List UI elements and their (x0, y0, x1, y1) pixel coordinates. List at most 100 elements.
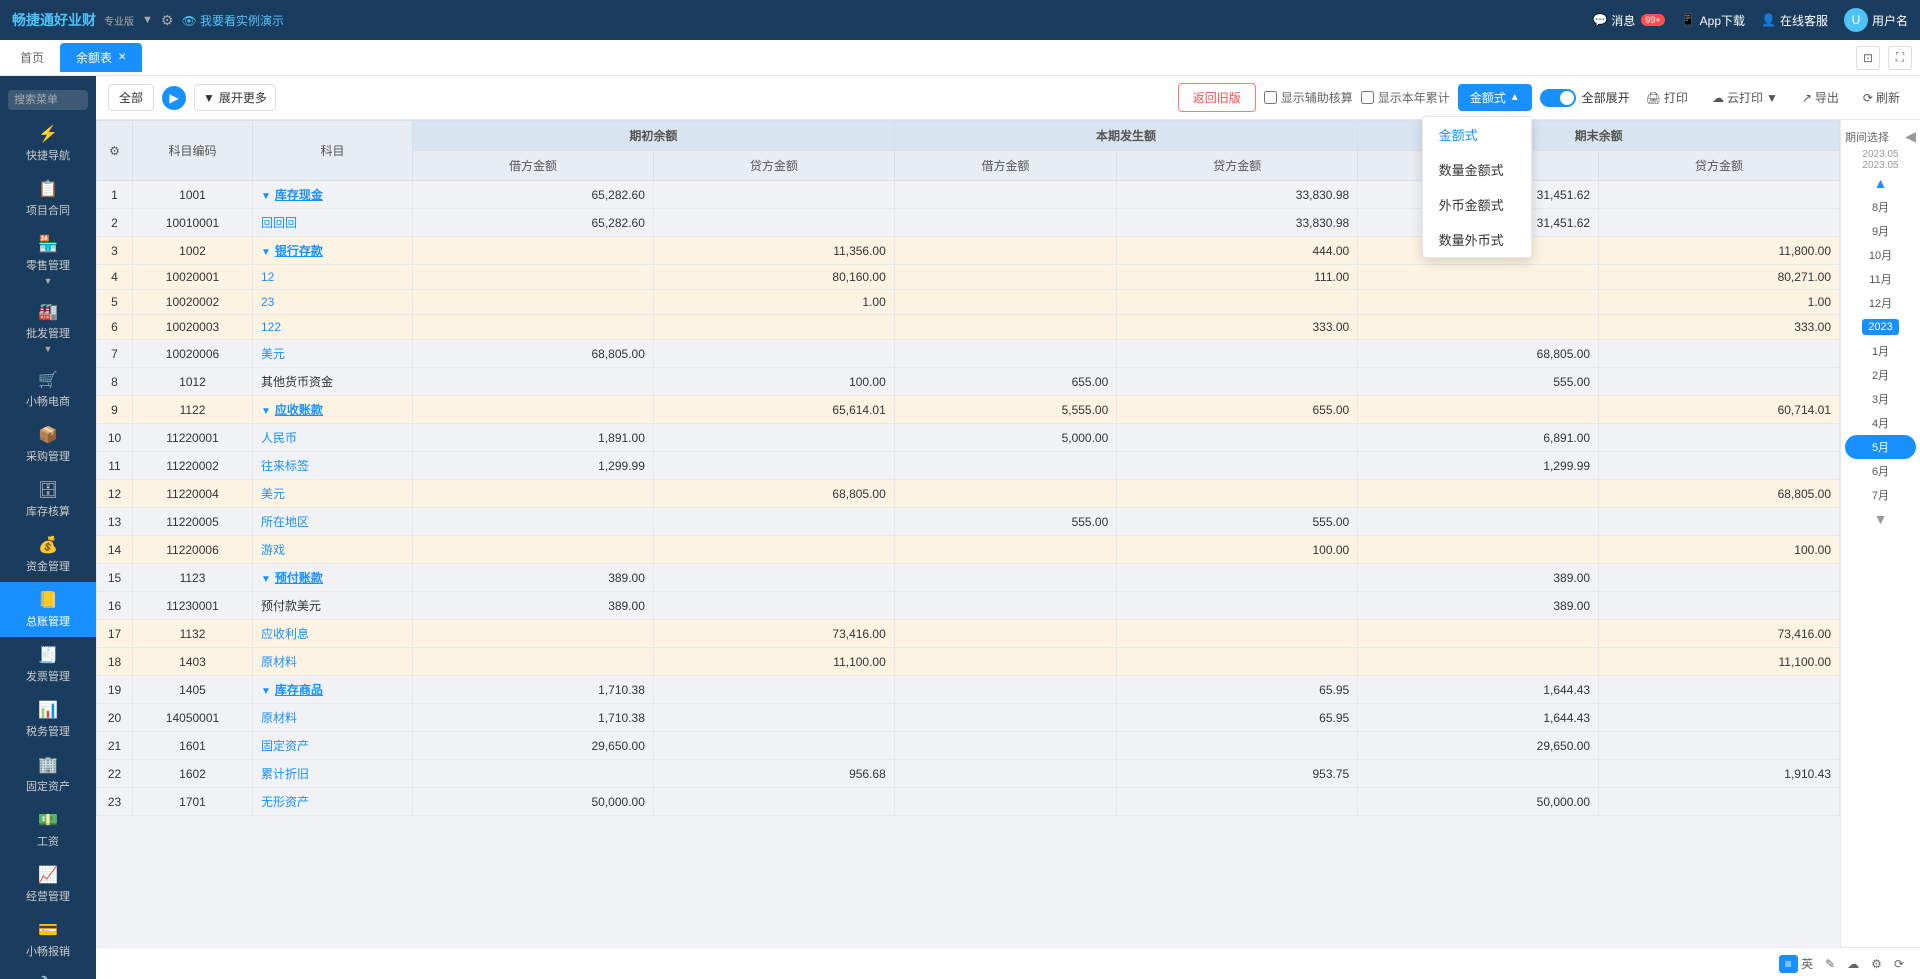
demo-link[interactable]: 👁 我要看实例演示 (181, 12, 284, 29)
sidebar-item-purchase[interactable]: 📦 采购管理 (0, 417, 96, 472)
cell-row-num: 22 (97, 760, 133, 788)
tab-expand-btn[interactable]: ⊡ (1856, 46, 1880, 70)
app-download-btn[interactable]: 📱 App下载 (1681, 12, 1745, 29)
cell-name: 往来标签 (253, 452, 413, 480)
switch-knob (1560, 91, 1574, 105)
settings-icon[interactable]: ⚙ (161, 12, 174, 29)
period-5[interactable]: 5月 (1845, 435, 1916, 459)
sidebar-item-wholesale[interactable]: 🏭 批发管理 ▼ (0, 294, 96, 362)
period-7[interactable]: 7月 (1845, 483, 1916, 507)
period-2[interactable]: 2月 (1845, 363, 1916, 387)
expand-panel-icon[interactable]: ▲ (1874, 175, 1888, 191)
nav-arrow-btn[interactable]: ▶ (162, 86, 186, 110)
jine-btn[interactable]: 金额式 ▲ (1458, 84, 1532, 111)
cell-cl-debit (1358, 648, 1599, 676)
expand-btn[interactable]: ▼ 展开更多 (194, 84, 276, 111)
refresh-btn[interactable]: ⟳ 刷新 (1855, 85, 1908, 110)
tab-balance[interactable]: 余额表 ✕ (60, 43, 142, 72)
jine-option-waib[interactable]: 外币金额式 (1423, 187, 1531, 222)
search-input[interactable] (8, 90, 88, 110)
message-btn[interactable]: 💬 消息 99+ (1592, 12, 1664, 29)
period-3[interactable]: 3月 (1845, 387, 1916, 411)
cloud-status-icon[interactable]: ☁ (1847, 957, 1859, 971)
show-assist-checkbox[interactable] (1264, 91, 1277, 104)
tab-home[interactable]: 首页 (8, 43, 56, 72)
period-1[interactable]: 1月 (1845, 339, 1916, 363)
cell-cur-credit (1117, 480, 1358, 508)
cell-name: 累计折旧 (253, 760, 413, 788)
cell-cur-credit: 100.00 (1117, 536, 1358, 564)
expand-all-toggle[interactable]: 全部展开 (1540, 89, 1630, 107)
export-btn[interactable]: ↗ 导出 (1794, 85, 1847, 110)
sidebar-item-ledger[interactable]: 📒 总账管理 (0, 582, 96, 637)
show-assist-check[interactable]: 显示辅助核算 (1264, 89, 1353, 106)
th-code: 科目编码 (133, 121, 253, 181)
toolbar-right: 返回旧版 显示辅助核算 显示本年累计 金额式 ▲ 金额式 (1178, 83, 1908, 112)
cell-code: 10020001 (133, 265, 253, 290)
sidebar-item-capital[interactable]: 💰 资金管理 (0, 527, 96, 582)
sidebar-item-project[interactable]: 📋 项目合同 (0, 171, 96, 226)
sidebar-item-payroll[interactable]: 💵 工资 (0, 802, 96, 857)
show-yearly-check[interactable]: 显示本年累计 (1361, 89, 1450, 106)
refresh-icon: ⟳ (1863, 91, 1873, 105)
print-btn[interactable]: 🖨 打印 (1638, 85, 1696, 110)
period-9[interactable]: 9月 (1845, 219, 1916, 243)
cell-name[interactable]: ▼银行存款 (253, 237, 413, 265)
sidebar-item-retail[interactable]: 🏪 零售管理 ▼ (0, 226, 96, 294)
lang-switch[interactable]: ≡ 英 (1779, 955, 1813, 972)
cell-name[interactable]: ▼库存商品 (253, 676, 413, 704)
jine-label: 金额式 (1470, 89, 1506, 106)
sidebar-item-sales[interactable]: 💳 小畅报销 (0, 912, 96, 967)
collapse-panel-btn[interactable]: ▼ (1874, 511, 1888, 527)
sidebar-item-quick-nav[interactable]: ⚡ 快捷导航 (0, 116, 96, 171)
sidebar-item-tax[interactable]: 📊 税务管理 (0, 692, 96, 747)
cloud-print-btn[interactable]: ☁ 云打印 ▼ (1704, 85, 1786, 110)
jine-option-shuliang[interactable]: 数量金额式 (1423, 152, 1531, 187)
cell-cl-credit (1599, 592, 1840, 620)
th-settings[interactable]: ⚙ (97, 121, 133, 181)
cell-name[interactable]: ▼库存现金 (253, 181, 413, 209)
expand-all-switch[interactable] (1540, 89, 1576, 107)
cell-op-credit: 1.00 (653, 290, 894, 315)
refresh-status-icon[interactable]: ⟳ (1894, 957, 1904, 971)
panel-collapse-btn[interactable]: ◀ (1905, 128, 1916, 145)
cell-name[interactable]: ▼应收账款 (253, 396, 413, 424)
sidebar-item-invoice[interactable]: 🧾 发票管理 (0, 637, 96, 692)
sidebar-item-asset[interactable]: 🏢 固定资产 (0, 747, 96, 802)
back-old-btn[interactable]: 返回旧版 (1178, 83, 1256, 112)
sidebar-item-ecommerce[interactable]: 🛒 小畅电商 (0, 362, 96, 417)
period-11[interactable]: 11月 (1845, 267, 1916, 291)
tab-close-btn[interactable]: ✕ (118, 52, 126, 63)
user-btn[interactable]: U 用户名 (1844, 8, 1908, 32)
period-12[interactable]: 12月 (1845, 291, 1916, 315)
cell-name: 美元 (253, 340, 413, 368)
sidebar-wholesale-label: 批发管理 (26, 325, 70, 341)
show-yearly-checkbox[interactable] (1361, 91, 1374, 104)
period-4[interactable]: 4月 (1845, 411, 1916, 435)
sidebar-item-inventory[interactable]: 🗄 库存核算 (0, 472, 96, 527)
online-service-btn[interactable]: 👤 在线客服 (1761, 12, 1828, 29)
cell-cur-debit (894, 788, 1117, 816)
cell-op-debit: 65,282.60 (413, 181, 654, 209)
sidebar-item-operations[interactable]: 📈 经营管理 (0, 857, 96, 912)
cell-row-num: 10 (97, 424, 133, 452)
tab-bar: 首页 余额表 ✕ ⊡ ⛶ (0, 40, 1920, 76)
settings-status-icon[interactable]: ⚙ (1871, 957, 1882, 971)
company-selector[interactable]: ▼ (142, 14, 153, 26)
period-8[interactable]: 8月 (1845, 195, 1916, 219)
table-row: 15 1123 ▼预付账款 389.00 389.00 (97, 564, 1840, 592)
jine-option-jine[interactable]: 金额式 (1423, 117, 1531, 152)
cell-cur-credit: 953.75 (1117, 760, 1358, 788)
sidebar-item-basic[interactable]: 🔧 基础信息 (0, 967, 96, 979)
edit-icon[interactable]: ✎ (1825, 957, 1835, 971)
tab-fullscreen-btn[interactable]: ⛶ (1888, 46, 1912, 70)
sidebar-sales-label: 小畅报销 (26, 943, 70, 959)
cell-name[interactable]: ▼预付账款 (253, 564, 413, 592)
period-10[interactable]: 10月 (1845, 243, 1916, 267)
all-btn[interactable]: 全部 (108, 84, 154, 111)
jine-dropdown-menu: 金额式 数量金额式 外币金额式 数量外币式 (1422, 116, 1532, 258)
th-opening: 期初余额 (413, 121, 895, 151)
jine-option-shuliang-waib[interactable]: 数量外币式 (1423, 222, 1531, 257)
period-6[interactable]: 6月 (1845, 459, 1916, 483)
sidebar-inventory-label: 库存核算 (26, 503, 70, 519)
